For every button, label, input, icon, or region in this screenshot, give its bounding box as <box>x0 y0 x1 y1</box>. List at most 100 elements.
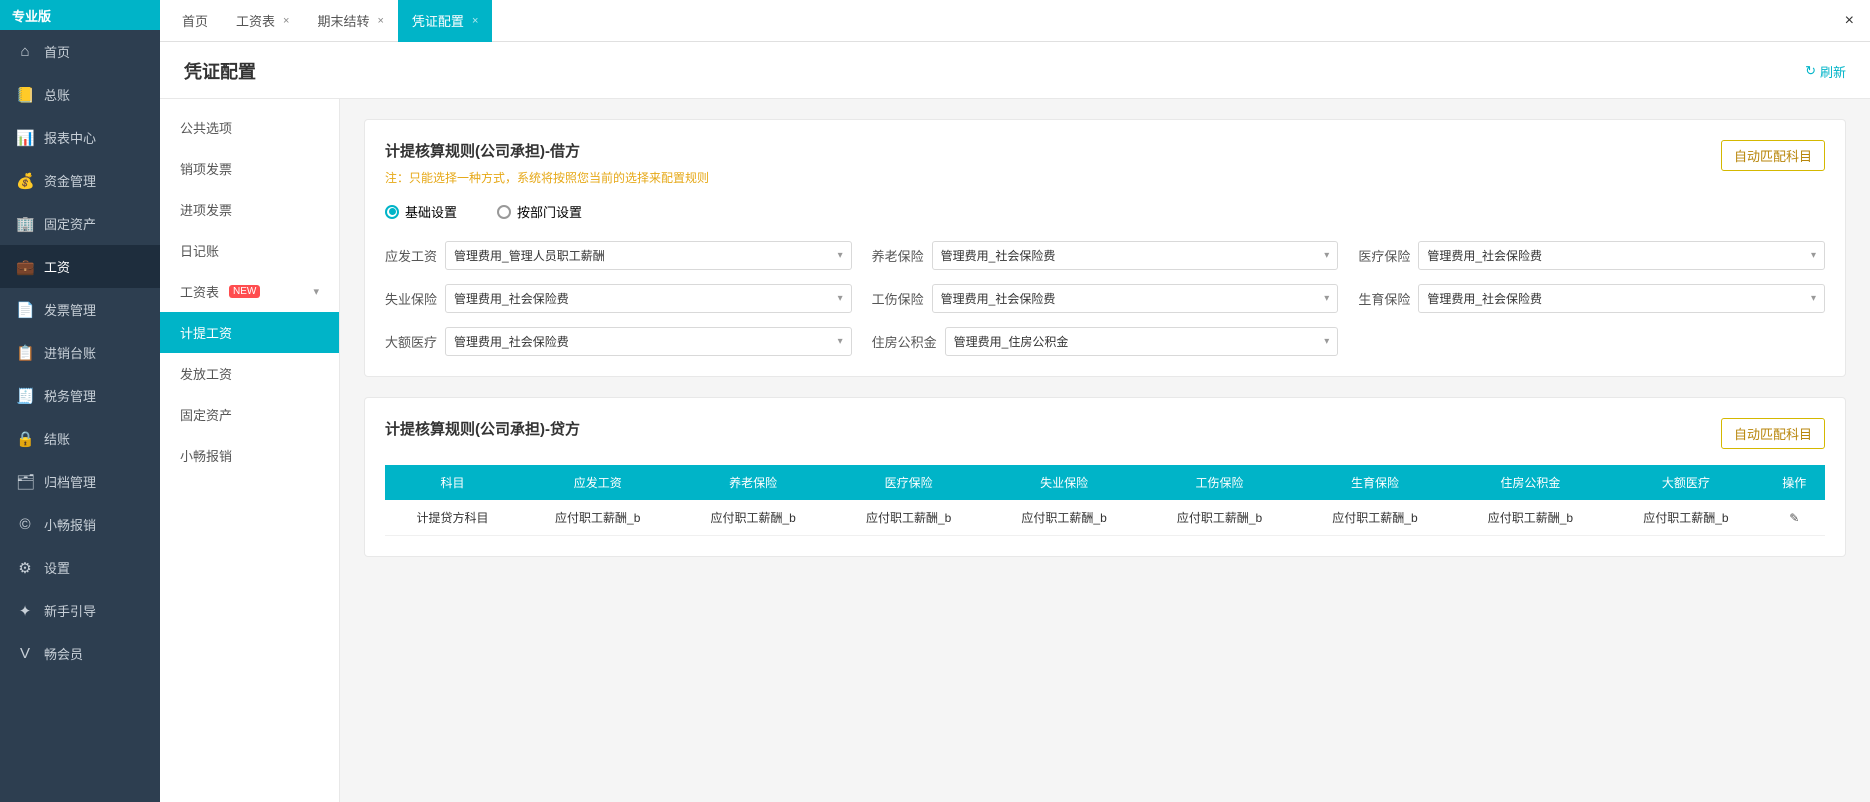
select-unemployment[interactable]: 管理费用_社会保险费 ▾ <box>445 284 852 313</box>
sidebar-item-xiaochang[interactable]: © 小畅报销 <box>0 503 160 546</box>
sidebar-item-fixed-assets[interactable]: 🏢 固定资产 <box>0 202 160 245</box>
select-housing[interactable]: 管理费用_住房公积金 ▾ <box>945 327 1339 356</box>
nav-item-cancel-invoice[interactable]: 销项发票 <box>160 148 339 189</box>
col-medical: 医疗保险 <box>831 465 986 500</box>
nav-item-input-invoice[interactable]: 进项发票 <box>160 189 339 230</box>
radio-by-dept[interactable]: 按部门设置 <box>497 202 582 221</box>
expand-icon: ▾ <box>313 285 319 298</box>
credit-table: 科目 应发工资 养老保险 医疗保险 失业保险 工伤保险 生育保险 住房公积金 大… <box>385 465 1825 536</box>
sidebar-item-ledger[interactable]: 📒 总账 <box>0 73 160 116</box>
radio-row: 基础设置 按部门设置 <box>385 202 1825 221</box>
select-major-medical[interactable]: 管理费用_社会保险费 ▾ <box>445 327 852 356</box>
form-grid-debit: 应发工资 管理费用_管理人员职工薪酬 ▾ 养老保险 管理费用_社会保险费 ▾ <box>385 241 1825 356</box>
radio-basic[interactable]: 基础设置 <box>385 202 457 221</box>
fixed-assets-icon: 🏢 <box>16 215 34 233</box>
tab-close-voucher[interactable]: × <box>472 15 478 27</box>
section-header-credit: 计提核算规则(公司承担)-贷方 自动匹配科目 <box>385 418 1825 449</box>
cell-major-medical: 应付职工薪酬_b <box>1608 500 1763 536</box>
label-housing: 住房公积金 <box>872 332 937 351</box>
select-pension[interactable]: 管理费用_社会保险费 ▾ <box>932 241 1339 270</box>
arrow-icon: ▾ <box>1811 293 1816 304</box>
sidebar-item-purchase-sales[interactable]: 📋 进销台账 <box>0 331 160 374</box>
page-header: 凭证配置 ↻ 刷新 <box>160 42 1870 99</box>
arrow-icon: ▾ <box>838 293 843 304</box>
arrow-icon: ▾ <box>838 250 843 261</box>
auto-match-button-credit[interactable]: 自动匹配科目 <box>1721 418 1825 449</box>
col-maternity: 生育保险 <box>1297 465 1452 500</box>
col-injury: 工伤保险 <box>1142 465 1297 500</box>
label-unemployment: 失业保险 <box>385 289 437 308</box>
select-medical[interactable]: 管理费用_社会保险费 ▾ <box>1418 241 1825 270</box>
sidebar-item-salary[interactable]: 💼 工资 <box>0 245 160 288</box>
label-maternity: 生育保险 <box>1358 289 1410 308</box>
sidebar-item-invoice-mgmt[interactable]: 📄 发票管理 <box>0 288 160 331</box>
right-content: 计提核算规则(公司承担)-借方 注：只能选择一种方式，系统将按照您当前的选择来配… <box>340 99 1870 802</box>
content-layout: 公共选项 销项发票 进项发票 日记账 工资表 NEW ▾ 计提工资 发放工资 <box>160 99 1870 802</box>
sidebar-item-tax[interactable]: 🧾 税务管理 <box>0 374 160 417</box>
label-major-medical: 大额医疗 <box>385 332 437 351</box>
section-header-debit: 计提核算规则(公司承担)-借方 注：只能选择一种方式，系统将按照您当前的选择来配… <box>385 140 1825 186</box>
salary-icon: 💼 <box>16 258 34 276</box>
cell-subject: 计提贷方科目 <box>385 500 520 536</box>
form-item-medical: 医疗保险 管理费用_社会保险费 ▾ <box>1358 241 1825 270</box>
form-item-salary: 应发工资 管理费用_管理人员职工薪酬 ▾ <box>385 241 852 270</box>
main-area: 首页 工资表 × 期末结转 × 凭证配置 × × 凭证配置 ↻ 刷新 公共选项 <box>160 0 1870 802</box>
sidebar-item-close[interactable]: 🔒 结账 <box>0 417 160 460</box>
sidebar-item-settings[interactable]: ⚙ 设置 <box>0 546 160 589</box>
tax-icon: 🧾 <box>16 387 34 405</box>
sidebar: 专业版 ⌂ 首页 📒 总账 📊 报表中心 💰 资金管理 🏢 固定资产 💼 工资 … <box>0 0 160 802</box>
nav-item-public[interactable]: 公共选项 <box>160 107 339 148</box>
col-pension: 养老保险 <box>675 465 830 500</box>
col-major-medical: 大额医疗 <box>1608 465 1763 500</box>
select-salary[interactable]: 管理费用_管理人员职工薪酬 ▾ <box>445 241 852 270</box>
label-medical: 医疗保险 <box>1358 246 1410 265</box>
sidebar-item-vip[interactable]: V 畅会员 <box>0 632 160 675</box>
tab-close-period[interactable]: × <box>377 15 383 27</box>
refresh-icon: ↻ <box>1805 63 1816 79</box>
sidebar-item-capital[interactable]: 💰 资金管理 <box>0 159 160 202</box>
app-logo: 专业版 <box>0 0 160 30</box>
sidebar-item-archive[interactable]: 🗂 归档管理 <box>0 460 160 503</box>
nav-item-calc-salary[interactable]: 计提工资 <box>160 312 339 353</box>
sidebar-item-report[interactable]: 📊 报表中心 <box>0 116 160 159</box>
nav-item-salary-table[interactable]: 工资表 NEW ▾ <box>160 271 339 312</box>
auto-match-button-debit[interactable]: 自动匹配科目 <box>1721 140 1825 171</box>
form-item-injury: 工伤保险 管理费用_社会保险费 ▾ <box>872 284 1339 313</box>
select-injury[interactable]: 管理费用_社会保险费 ▾ <box>932 284 1339 313</box>
purchase-sales-icon: 📋 <box>16 344 34 362</box>
archive-icon: 🗂 <box>16 473 34 491</box>
cell-action[interactable]: ✎ <box>1764 500 1825 536</box>
form-item-unemployment: 失业保险 管理费用_社会保险费 ▾ <box>385 284 852 313</box>
tab-bar: 首页 工资表 × 期末结转 × 凭证配置 × × <box>160 0 1870 42</box>
edit-icon[interactable]: ✎ <box>1789 511 1799 525</box>
xiaochang-icon: © <box>16 516 34 533</box>
tab-salary-table[interactable]: 工资表 × <box>222 0 303 42</box>
nav-item-xiaochang[interactable]: 小畅报销 <box>160 435 339 476</box>
nav-item-fixed-assets[interactable]: 固定资产 <box>160 394 339 435</box>
cell-injury: 应付职工薪酬_b <box>1142 500 1297 536</box>
close-books-icon: 🔒 <box>16 430 34 448</box>
radio-dept-circle <box>497 205 511 219</box>
arrow-icon: ▾ <box>1324 293 1329 304</box>
guide-icon: ✦ <box>16 602 34 620</box>
label-injury: 工伤保险 <box>872 289 924 308</box>
arrow-icon: ▾ <box>838 336 843 347</box>
select-maternity[interactable]: 管理费用_社会保险费 ▾ <box>1418 284 1825 313</box>
nav-item-issue-salary[interactable]: 发放工资 <box>160 353 339 394</box>
tab-close-salary[interactable]: × <box>283 15 289 27</box>
refresh-button[interactable]: ↻ 刷新 <box>1805 62 1846 95</box>
cell-pension: 应付职工薪酬_b <box>675 500 830 536</box>
tab-voucher-config[interactable]: 凭证配置 × <box>398 0 492 42</box>
close-all-tabs-button[interactable]: × <box>1837 8 1862 34</box>
tab-period-close[interactable]: 期末结转 × <box>303 0 397 42</box>
capital-icon: 💰 <box>16 172 34 190</box>
sidebar-item-guide[interactable]: ✦ 新手引导 <box>0 589 160 632</box>
arrow-icon: ▾ <box>1811 250 1816 261</box>
tab-home[interactable]: 首页 <box>168 0 222 42</box>
radio-basic-circle <box>385 205 399 219</box>
form-item-maternity: 生育保险 管理费用_社会保险费 ▾ <box>1358 284 1825 313</box>
sidebar-item-home[interactable]: ⌂ 首页 <box>0 30 160 73</box>
col-unemployment: 失业保险 <box>986 465 1141 500</box>
section-warning-debit: 注：只能选择一种方式，系统将按照您当前的选择来配置规则 <box>385 169 709 186</box>
nav-item-journal[interactable]: 日记账 <box>160 230 339 271</box>
